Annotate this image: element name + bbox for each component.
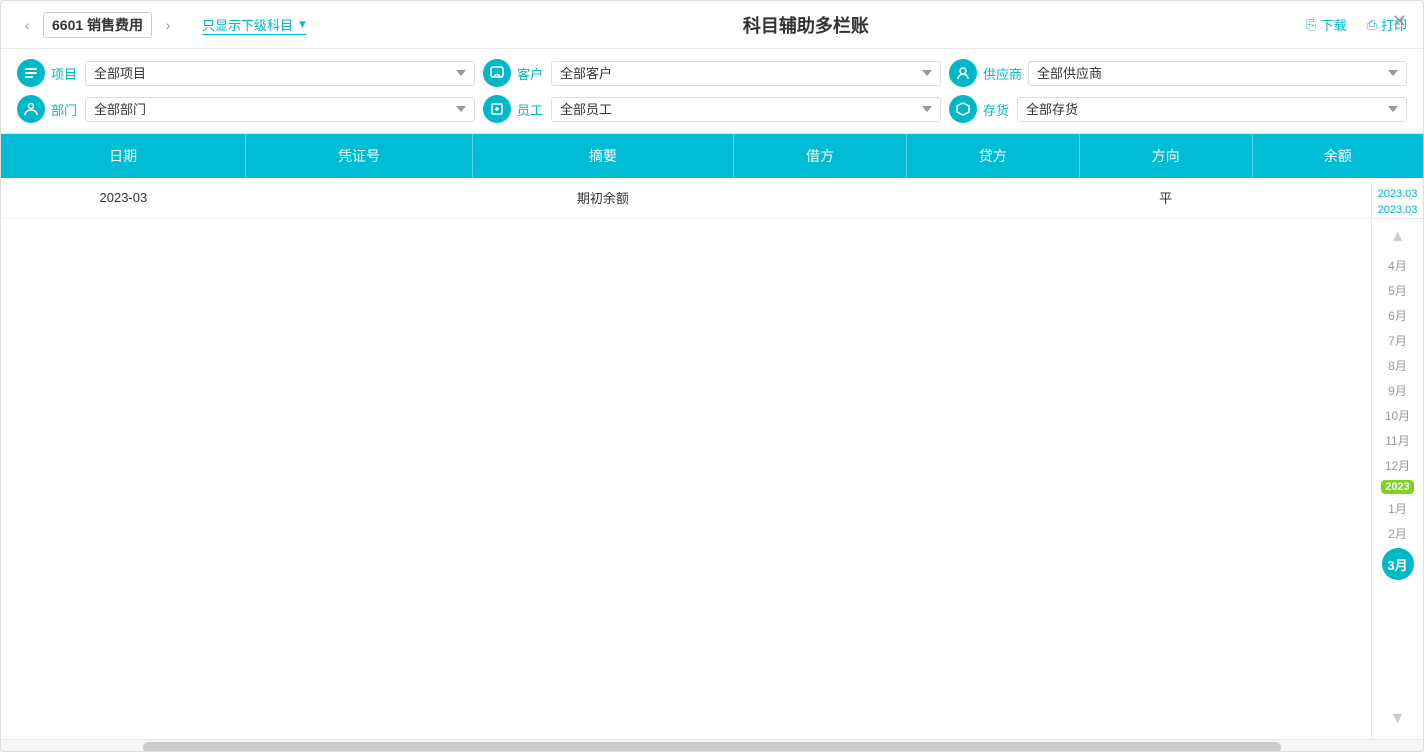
sidebar-month-10[interactable]: 10月 <box>1372 403 1423 428</box>
sidebar-month-7[interactable]: 7月 <box>1372 328 1423 353</box>
inventory-label: 存货 <box>983 100 1011 119</box>
col-credit: 贷方 <box>906 134 1079 178</box>
next-nav-button[interactable]: › <box>158 15 178 35</box>
sidebar-month-9[interactable]: 9月 <box>1372 378 1423 403</box>
sidebar-month-3-selected[interactable]: 3月 <box>1382 548 1414 580</box>
cell-summary: 期初余额 <box>472 178 733 218</box>
customer-select[interactable]: 全部客户 <box>551 61 941 86</box>
filter-area: 项目 全部项目 客户 全部客户 供应商 全部供应商 <box>1 49 1423 134</box>
sidebar-month-6[interactable]: 6月 <box>1372 303 1423 328</box>
employee-icon <box>483 95 511 123</box>
col-direction: 方向 <box>1079 134 1252 178</box>
sidebar-scroll-down-button[interactable]: ▼ <box>1384 705 1412 733</box>
supplier-label: 供应商 <box>983 64 1022 83</box>
dept-label: 部门 <box>51 100 79 119</box>
supplier-filter-row: 供应商 全部供应商 <box>949 59 1407 87</box>
project-select[interactable]: 全部项目 <box>85 61 475 86</box>
cell-voucher <box>246 178 473 218</box>
main-modal: ‹ 6601 销售费用 › 只显示下级科目 ▾ 科目辅助多栏账 ⎘ 下载 ⎙ 打… <box>0 0 1424 752</box>
download-button[interactable]: ⎘ 下载 <box>1306 15 1346 34</box>
inventory-select[interactable]: 全部存货 <box>1017 97 1407 122</box>
download-icon: ⎘ <box>1306 17 1316 33</box>
account-label: 6601 销售费用 <box>43 12 152 38</box>
month-sidebar: 2023.03 2023.03 ▲ 4月 5月 6月 7月 8月 9月 10月 … <box>1371 182 1423 739</box>
print-icon: ⎙ <box>1367 17 1377 33</box>
sidebar-month-11[interactable]: 11月 <box>1372 428 1423 453</box>
header-bar: ‹ 6601 销售费用 › 只显示下级科目 ▾ 科目辅助多栏账 ⎘ 下载 ⎙ 打… <box>1 1 1423 49</box>
cell-date: 2023-03 <box>1 178 246 218</box>
inventory-icon <box>949 95 977 123</box>
sidebar-header2: 2023.03 <box>1372 202 1423 219</box>
show-sub-button[interactable]: 只显示下级科目 ▾ <box>202 15 306 35</box>
customer-icon <box>483 59 511 87</box>
supplier-icon <box>949 59 977 87</box>
prev-nav-button[interactable]: ‹ <box>17 15 37 35</box>
col-debit: 借方 <box>734 134 907 178</box>
col-voucher: 凭证号 <box>246 134 473 178</box>
sidebar-header1: 2023.03 <box>1372 186 1423 202</box>
sidebar-month-8[interactable]: 8月 <box>1372 353 1423 378</box>
col-summary: 摘要 <box>472 134 733 178</box>
dept-icon <box>17 95 45 123</box>
sidebar-scroll-up-button[interactable]: ▲ <box>1384 223 1412 251</box>
inventory-filter-row: 存货 全部存货 <box>949 95 1407 123</box>
sidebar-month-4[interactable]: 4月 <box>1372 253 1423 278</box>
cell-debit <box>734 178 907 218</box>
sidebar-month-2[interactable]: 2月 <box>1372 521 1423 546</box>
table-row: 2023-03 期初余额 平 <box>1 178 1423 218</box>
cell-credit <box>906 178 1079 218</box>
close-button[interactable]: ✕ <box>1392 11 1407 32</box>
sidebar-month-5[interactable]: 5月 <box>1372 278 1423 303</box>
sidebar-month-12[interactable]: 12月 <box>1372 453 1423 478</box>
col-date: 日期 <box>1 134 246 178</box>
employee-label: 员工 <box>517 100 545 119</box>
col-balance: 余额 <box>1252 134 1423 178</box>
project-label: 项目 <box>51 64 79 83</box>
cell-direction: 平 <box>1079 178 1252 218</box>
page-title: 科目辅助多栏账 <box>306 12 1307 38</box>
customer-label: 客户 <box>517 64 545 83</box>
horizontal-scrollbar[interactable] <box>1 739 1423 751</box>
project-icon <box>17 59 45 87</box>
ledger-table: 日期 凭证号 摘要 借方 贷方 方向 余额 2023-03 期初余额 <box>1 134 1423 218</box>
dept-filter-row: 部门 全部部门 <box>17 95 475 123</box>
employee-select[interactable]: 全部员工 <box>551 97 941 122</box>
customer-filter-row: 客户 全部客户 <box>483 59 941 87</box>
dept-select[interactable]: 全部部门 <box>85 97 475 122</box>
sidebar-year-badge: 2023 <box>1381 480 1413 494</box>
table-container: 日期 凭证号 摘要 借方 贷方 方向 余额 2023-03 期初余额 <box>1 134 1423 739</box>
employee-filter-row: 员工 全部员工 <box>483 95 941 123</box>
project-filter-row: 项目 全部项目 <box>17 59 475 87</box>
sidebar-month-1[interactable]: 1月 <box>1372 496 1423 521</box>
supplier-select[interactable]: 全部供应商 <box>1028 61 1407 86</box>
sidebar-months: 4月 5月 6月 7月 8月 9月 10月 11月 12月 2023 1月 2月… <box>1372 253 1423 703</box>
